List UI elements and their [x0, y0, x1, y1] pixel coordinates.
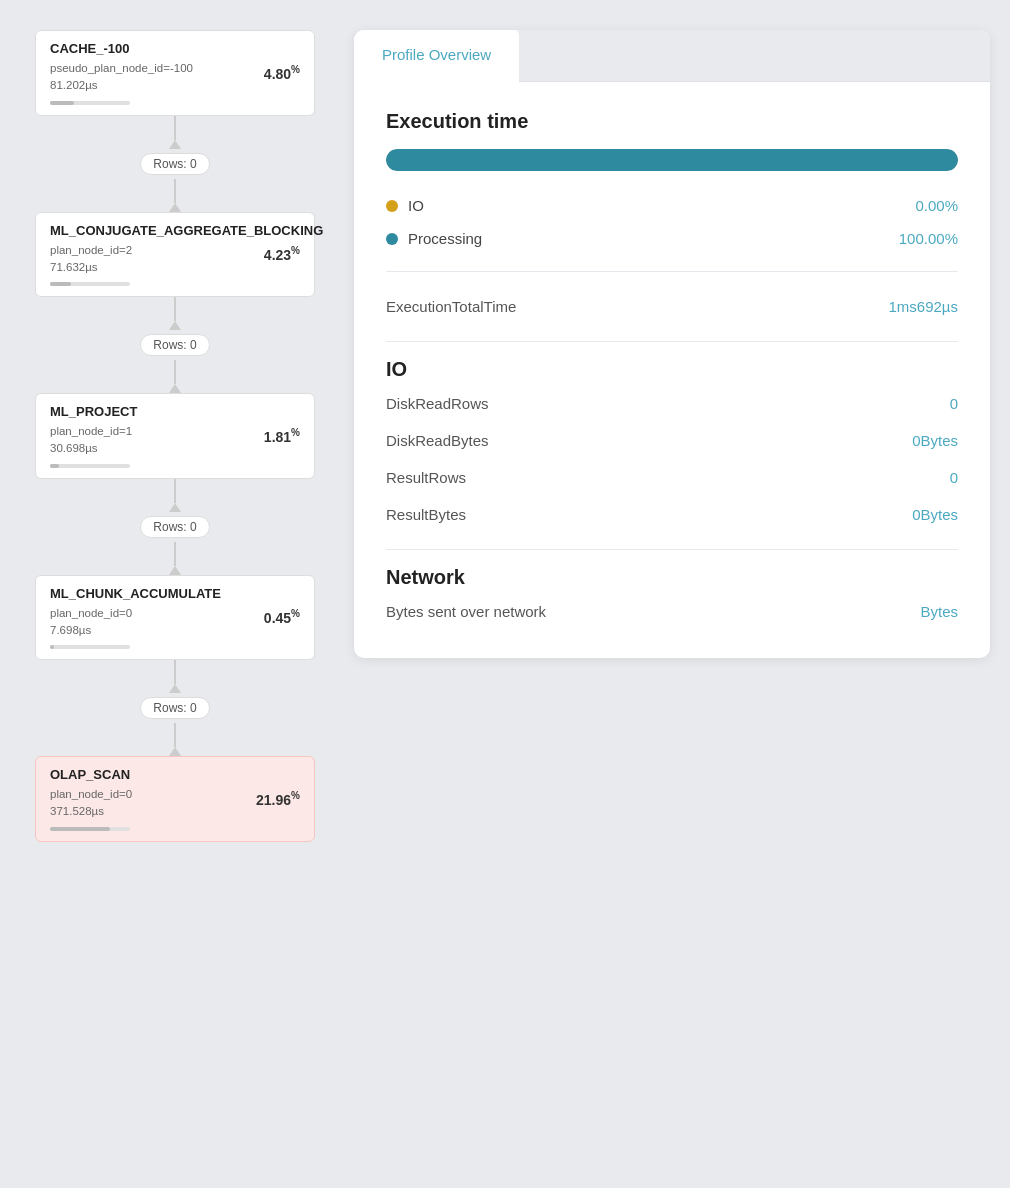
processing-value: 100.00%	[899, 230, 958, 247]
arrow-head	[169, 384, 181, 393]
result-rows-label: ResultRows	[386, 469, 466, 486]
node-olap-scan[interactable]: OLAP_SCAN plan_node_id=0 371.528µs 21.96…	[35, 756, 315, 842]
disk-read-rows-row: DiskReadRows 0	[386, 385, 958, 422]
io-value: 0.00%	[915, 197, 958, 214]
disk-read-rows-label: DiskReadRows	[386, 395, 489, 412]
bytes-sent-value: Bytes	[920, 603, 958, 620]
io-label: IO	[408, 197, 424, 214]
node-cache-bar	[50, 101, 130, 105]
execution-progress-fill	[386, 149, 958, 171]
io-label-group: IO	[386, 197, 424, 214]
disk-read-rows-value: 0	[950, 395, 958, 412]
rows-badge-2: Rows: 0	[140, 334, 209, 356]
arrow-line	[174, 479, 176, 503]
result-rows-value: 0	[950, 469, 958, 486]
node-ml-chunk-bar	[50, 645, 130, 649]
tab-profile-overview[interactable]: Profile Overview	[354, 30, 519, 82]
divider-1	[386, 271, 958, 272]
arrow-line	[174, 360, 176, 384]
arrow-line	[174, 660, 176, 684]
node-ml-conjugate-bar-fill	[50, 282, 71, 286]
disk-read-bytes-row: DiskReadBytes 0Bytes	[386, 422, 958, 459]
node-ml-chunk-meta: plan_node_id=0 7.698µs	[50, 605, 300, 640]
node-ml-project-percent: 1.81%	[264, 427, 300, 445]
node-cache-title: CACHE_-100	[50, 41, 300, 56]
execution-total-row: ExecutionTotalTime 1ms692µs	[386, 288, 958, 325]
disk-read-bytes-value: 0Bytes	[912, 432, 958, 449]
node-olap-scan-bar	[50, 827, 130, 831]
arrow-line	[174, 297, 176, 321]
profile-content: Execution time IO 0.00% Processing 100.0…	[354, 82, 990, 658]
io-section-title: IO	[386, 358, 958, 381]
result-bytes-row: ResultBytes 0Bytes	[386, 496, 958, 533]
rows-badge-4: Rows: 0	[140, 697, 209, 719]
execution-total-label: ExecutionTotalTime	[386, 298, 516, 315]
node-olap-scan-title: OLAP_SCAN	[50, 767, 300, 782]
bytes-sent-label: Bytes sent over network	[386, 603, 546, 620]
rows-badge-3: Rows: 0	[140, 516, 209, 538]
node-cache-percent: 4.80%	[264, 64, 300, 82]
node-ml-conjugate-title: ML_CONJUGATE_AGGREGATE_BLOCKING	[50, 223, 300, 238]
arrow-line	[174, 116, 176, 140]
bytes-sent-row: Bytes sent over network Bytes	[386, 593, 958, 630]
node-ml-project-bar-fill	[50, 464, 59, 468]
result-rows-row: ResultRows 0	[386, 459, 958, 496]
node-olap-scan-bar-fill	[50, 827, 110, 831]
main-container: CACHE_-100 pseudo_plan_node_id=-100 81.2…	[20, 30, 990, 842]
node-ml-chunk-title: ML_CHUNK_ACCUMULATE	[50, 586, 300, 601]
arrow-head	[169, 321, 181, 330]
connector-4: Rows: 0	[140, 660, 209, 756]
io-dot	[386, 200, 398, 212]
node-ml-project-title: ML_PROJECT	[50, 404, 300, 419]
metric-processing: Processing 100.00%	[386, 222, 958, 255]
node-ml-chunk-bar-fill	[50, 645, 54, 649]
node-ml-conjugate[interactable]: ML_CONJUGATE_AGGREGATE_BLOCKING plan_nod…	[35, 212, 315, 298]
arrow-head	[169, 203, 181, 212]
processing-label-group: Processing	[386, 230, 482, 247]
node-ml-chunk-percent: 0.45%	[264, 608, 300, 626]
rows-badge-1: Rows: 0	[140, 153, 209, 175]
arrow-head	[169, 747, 181, 756]
node-olap-scan-percent: 21.96%	[256, 790, 300, 808]
node-cache-bar-fill	[50, 101, 74, 105]
node-ml-project-bar	[50, 464, 130, 468]
execution-time-title: Execution time	[386, 110, 958, 133]
connector-1: Rows: 0	[140, 116, 209, 212]
result-bytes-value: 0Bytes	[912, 506, 958, 523]
arrow-head	[169, 684, 181, 693]
network-section-title: Network	[386, 566, 958, 589]
node-ml-project[interactable]: ML_PROJECT plan_node_id=1 30.698µs 1.81%	[35, 393, 315, 479]
tab-placeholder	[519, 30, 990, 81]
node-cache[interactable]: CACHE_-100 pseudo_plan_node_id=-100 81.2…	[35, 30, 315, 116]
connector-2: Rows: 0	[140, 297, 209, 393]
tabs-row: Profile Overview	[354, 30, 990, 82]
divider-2	[386, 341, 958, 342]
arrow-line	[174, 723, 176, 747]
node-ml-conjugate-percent: 4.23%	[264, 245, 300, 263]
arrow-head	[169, 140, 181, 149]
arrow-head	[169, 566, 181, 575]
arrow-head	[169, 503, 181, 512]
node-cache-meta: pseudo_plan_node_id=-100 81.202µs	[50, 60, 300, 95]
connector-3: Rows: 0	[140, 479, 209, 575]
arrow-line	[174, 542, 176, 566]
metric-io: IO 0.00%	[386, 189, 958, 222]
result-bytes-label: ResultBytes	[386, 506, 466, 523]
execution-total-value: 1ms692µs	[888, 298, 958, 315]
processing-label: Processing	[408, 230, 482, 247]
right-panel: Profile Overview Execution time IO 0.00%…	[354, 30, 990, 658]
node-ml-conjugate-bar	[50, 282, 130, 286]
execution-progress-bar	[386, 149, 958, 171]
node-ml-chunk[interactable]: ML_CHUNK_ACCUMULATE plan_node_id=0 7.698…	[35, 575, 315, 661]
node-ml-conjugate-meta: plan_node_id=2 71.632µs	[50, 242, 300, 277]
divider-3	[386, 549, 958, 550]
node-ml-project-meta: plan_node_id=1 30.698µs	[50, 423, 300, 458]
disk-read-bytes-label: DiskReadBytes	[386, 432, 489, 449]
processing-dot	[386, 233, 398, 245]
left-panel: CACHE_-100 pseudo_plan_node_id=-100 81.2…	[20, 30, 330, 842]
arrow-line	[174, 179, 176, 203]
